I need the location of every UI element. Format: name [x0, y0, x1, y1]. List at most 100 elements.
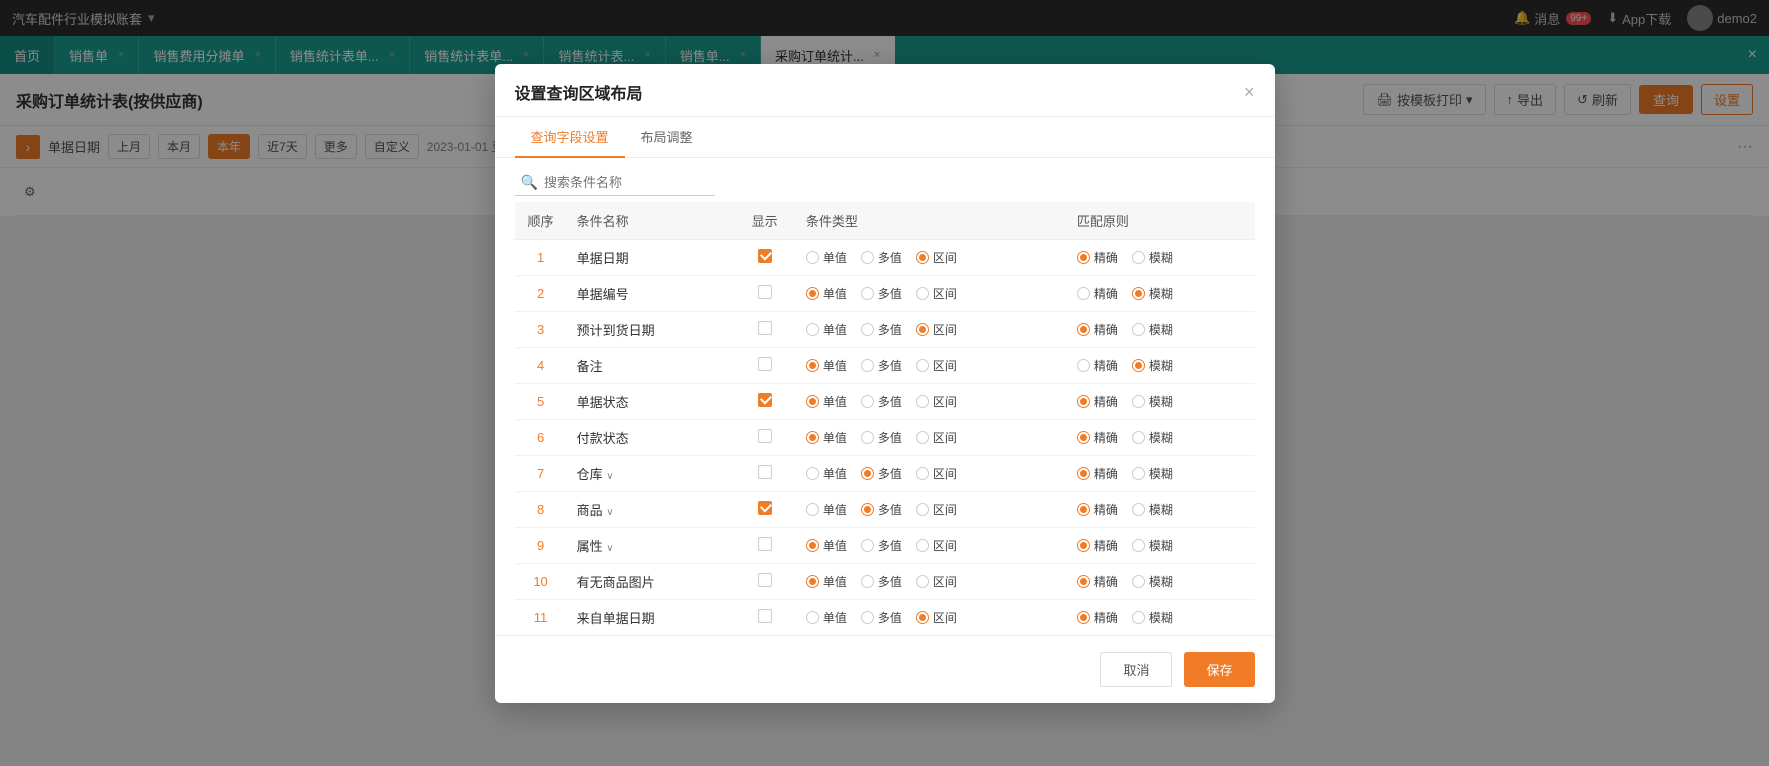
radio-match-模糊[interactable]: 模糊 [1132, 357, 1173, 374]
radio-type-多值[interactable]: 多值 [861, 429, 902, 446]
radio-type-区间[interactable]: 区间 [916, 285, 957, 302]
radio-match-精确[interactable]: 精确 [1077, 321, 1118, 338]
radio-dot [916, 611, 929, 624]
radio-dot [861, 395, 874, 408]
cell-type: 单值多值区间 [796, 563, 1067, 599]
radio-match-模糊[interactable]: 模糊 [1132, 393, 1173, 410]
radio-match-模糊[interactable]: 模糊 [1132, 321, 1173, 338]
radio-dot [861, 539, 874, 552]
cell-display[interactable] [733, 563, 796, 599]
radio-type-单值[interactable]: 单值 [806, 321, 847, 338]
radio-type-区间[interactable]: 区间 [916, 537, 957, 554]
search-input-wrap[interactable]: 🔍 [515, 170, 715, 196]
checkbox-display[interactable] [758, 285, 772, 299]
save-btn[interactable]: 保存 [1184, 652, 1254, 687]
cell-match: 精确模糊 [1067, 311, 1255, 347]
radio-type-区间[interactable]: 区间 [916, 573, 957, 590]
radio-type-区间[interactable]: 区间 [916, 501, 957, 518]
radio-type-单值[interactable]: 单值 [806, 465, 847, 482]
radio-type-多值[interactable]: 多值 [861, 609, 902, 626]
radio-match-模糊[interactable]: 模糊 [1132, 249, 1173, 266]
cell-display[interactable] [733, 383, 796, 419]
radio-type-多值[interactable]: 多值 [861, 393, 902, 410]
table-row: 8商品 ∨单值多值区间精确模糊 [515, 491, 1255, 527]
radio-dot [1132, 323, 1145, 336]
radio-match-精确[interactable]: 精确 [1077, 249, 1118, 266]
radio-type-单值[interactable]: 单值 [806, 429, 847, 446]
cell-order: 3 [515, 311, 567, 347]
checkbox-display[interactable] [758, 429, 772, 443]
search-input[interactable] [544, 175, 704, 190]
radio-type-多值[interactable]: 多值 [861, 357, 902, 374]
radio-type-区间[interactable]: 区间 [916, 321, 957, 338]
checkbox-display[interactable] [758, 465, 772, 479]
dialog-tab-query-fields[interactable]: 查询字段设置 [515, 117, 625, 158]
radio-match-精确[interactable]: 精确 [1077, 501, 1118, 518]
radio-type-区间[interactable]: 区间 [916, 357, 957, 374]
cell-display[interactable] [733, 455, 796, 491]
radio-type-单值[interactable]: 单值 [806, 501, 847, 518]
cell-display[interactable] [733, 527, 796, 563]
radio-type-区间[interactable]: 区间 [916, 465, 957, 482]
cancel-btn[interactable]: 取消 [1100, 652, 1172, 687]
radio-match-精确[interactable]: 精确 [1077, 393, 1118, 410]
cell-display[interactable] [733, 491, 796, 527]
radio-match-模糊[interactable]: 模糊 [1132, 501, 1173, 518]
checkbox-display[interactable] [758, 393, 772, 407]
radio-type-单值[interactable]: 单值 [806, 393, 847, 410]
radio-type-单值[interactable]: 单值 [806, 609, 847, 626]
radio-type-单值[interactable]: 单值 [806, 249, 847, 266]
cell-display[interactable] [733, 239, 796, 275]
radio-match-模糊[interactable]: 模糊 [1132, 537, 1173, 554]
radio-match-精确[interactable]: 精确 [1077, 285, 1118, 302]
radio-type-多值[interactable]: 多值 [861, 501, 902, 518]
radio-type-单值[interactable]: 单值 [806, 285, 847, 302]
radio-dot [806, 431, 819, 444]
checkbox-display[interactable] [758, 501, 772, 515]
radio-match-精确[interactable]: 精确 [1077, 465, 1118, 482]
radio-type-区间[interactable]: 区间 [916, 429, 957, 446]
radio-match-精确[interactable]: 精确 [1077, 573, 1118, 590]
radio-type-多值[interactable]: 多值 [861, 321, 902, 338]
radio-dot [806, 467, 819, 480]
cell-display[interactable] [733, 275, 796, 311]
radio-match-精确[interactable]: 精确 [1077, 357, 1118, 374]
cell-type: 单值多值区间 [796, 311, 1067, 347]
dialog-close-btn[interactable]: × [1244, 83, 1255, 101]
radio-type-多值[interactable]: 多值 [861, 573, 902, 590]
radio-type-单值[interactable]: 单值 [806, 537, 847, 554]
radio-type-多值[interactable]: 多值 [861, 465, 902, 482]
radio-type-单值[interactable]: 单值 [806, 357, 847, 374]
radio-match-模糊[interactable]: 模糊 [1132, 573, 1173, 590]
cell-display[interactable] [733, 311, 796, 347]
cell-order: 1 [515, 239, 567, 275]
checkbox-display[interactable] [758, 357, 772, 371]
checkbox-display[interactable] [758, 537, 772, 551]
checkbox-display[interactable] [758, 249, 772, 263]
radio-type-单值[interactable]: 单值 [806, 573, 847, 590]
checkbox-display[interactable] [758, 609, 772, 623]
checkbox-display[interactable] [758, 573, 772, 587]
radio-match-模糊[interactable]: 模糊 [1132, 609, 1173, 626]
radio-match-精确[interactable]: 精确 [1077, 429, 1118, 446]
radio-dot [861, 323, 874, 336]
radio-match-模糊[interactable]: 模糊 [1132, 285, 1173, 302]
radio-type-多值[interactable]: 多值 [861, 249, 902, 266]
radio-match-模糊[interactable]: 模糊 [1132, 465, 1173, 482]
radio-match-精确[interactable]: 精确 [1077, 537, 1118, 554]
table-row: 10有无商品图片单值多值区间精确模糊 [515, 563, 1255, 599]
radio-type-区间[interactable]: 区间 [916, 249, 957, 266]
radio-match-精确[interactable]: 精确 [1077, 609, 1118, 626]
radio-type-多值[interactable]: 多值 [861, 537, 902, 554]
search-icon: 🔍 [521, 174, 538, 191]
dialog-tab-layout[interactable]: 布局调整 [625, 117, 709, 158]
radio-type-区间[interactable]: 区间 [916, 393, 957, 410]
radio-match-模糊[interactable]: 模糊 [1132, 429, 1173, 446]
cell-display[interactable] [733, 599, 796, 635]
radio-type-区间[interactable]: 区间 [916, 609, 957, 626]
cell-order: 11 [515, 599, 567, 635]
cell-display[interactable] [733, 419, 796, 455]
checkbox-display[interactable] [758, 321, 772, 335]
cell-display[interactable] [733, 347, 796, 383]
radio-type-多值[interactable]: 多值 [861, 285, 902, 302]
